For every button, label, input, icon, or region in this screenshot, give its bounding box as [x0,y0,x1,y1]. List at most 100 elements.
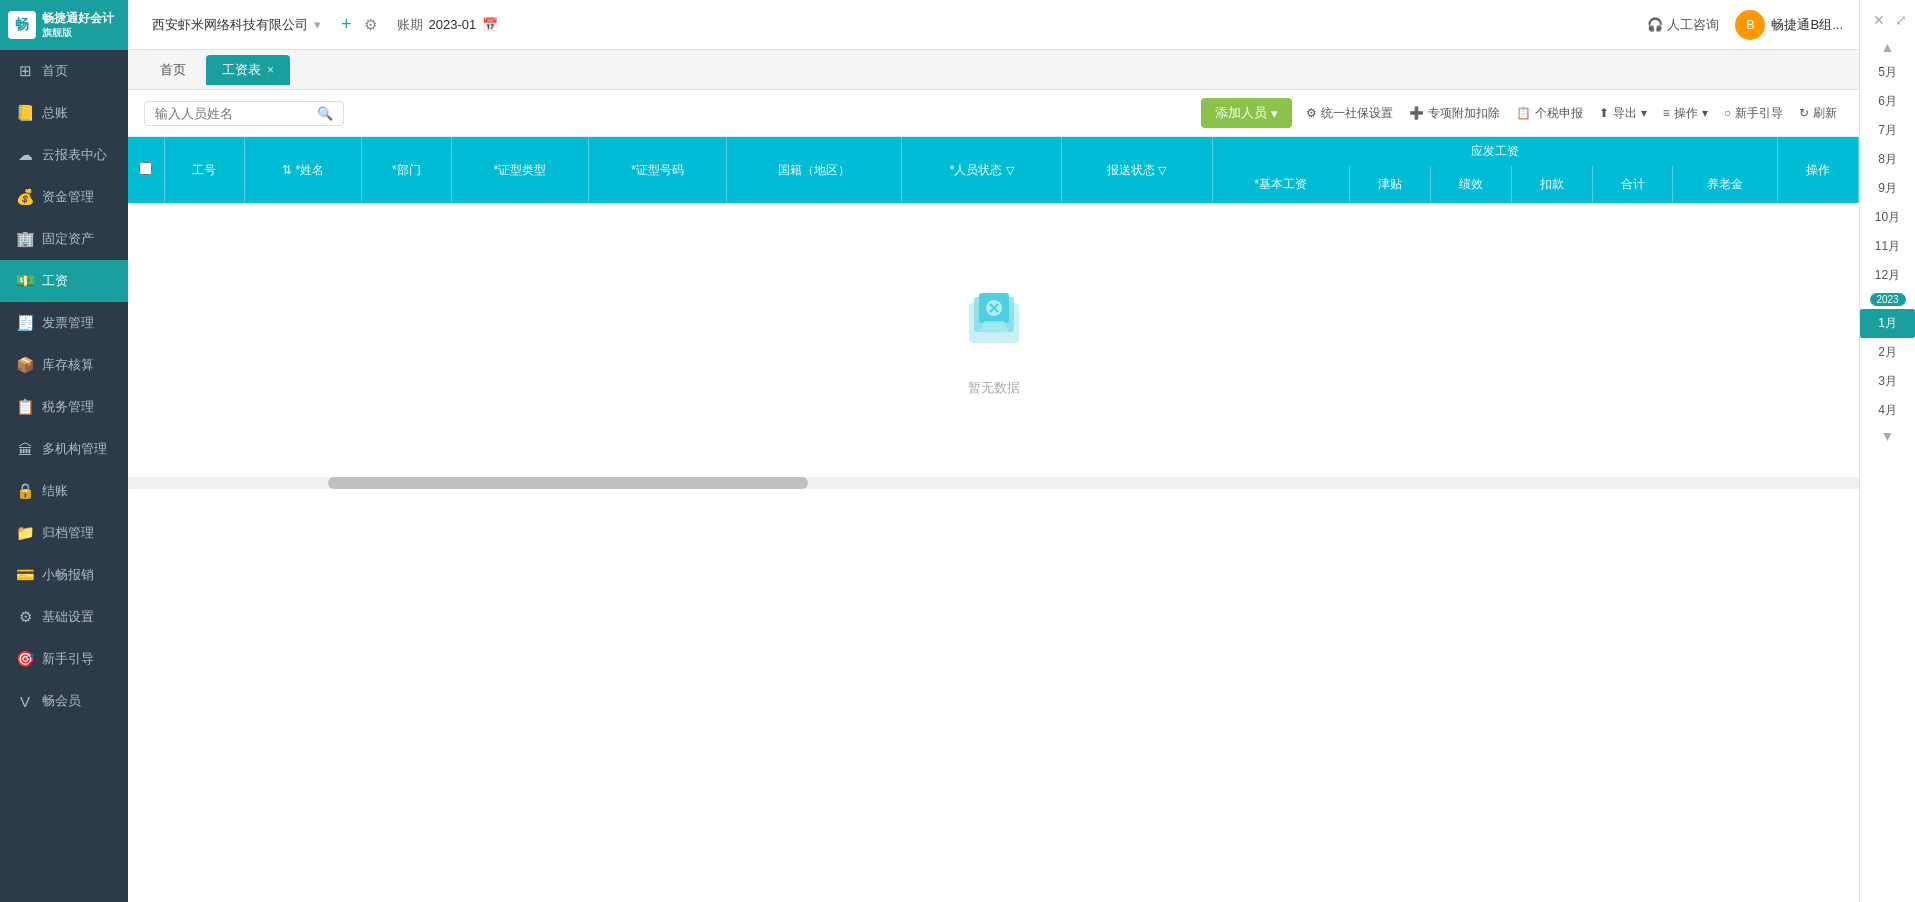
select-all-checkbox[interactable] [139,162,152,175]
sidebar-item-capital[interactable]: 💰 资金管理 [0,176,128,218]
toolbar-action-deductions[interactable]: ➕专项附加扣除 [1403,101,1506,126]
search-icon: 🔍 [317,106,333,121]
sidebar-label-closing: 结账 [42,482,68,500]
tab-home[interactable]: 首页 [144,55,202,85]
period-value: 2023-01 [429,17,477,32]
add-person-btn[interactable]: 添加人员 ▾ [1201,98,1292,128]
month-item-2023-4月[interactable]: 4月 [1860,396,1915,425]
sidebar-item-assets[interactable]: 🏢 固定资产 [0,218,128,260]
month-item-2023-1月[interactable]: 1月 [1860,309,1915,338]
company-dropdown-icon[interactable]: ▾ [314,17,321,32]
th-dept: *部门 [361,137,451,203]
guide-label: 新手引导 [1735,105,1783,122]
user-name: 畅捷通B组... [1771,16,1843,34]
month-item-2022-5月[interactable]: 5月 [1860,58,1915,87]
th-payroll-group: 应发工资 [1212,137,1777,166]
search-input[interactable] [155,106,311,121]
company-selector[interactable]: 西安虾米网络科技有限公司 ▾ [144,12,329,38]
month-item-2022-6月[interactable]: 6月 [1860,87,1915,116]
empty-text: 暂无数据 [968,379,1020,397]
topbar-actions: 🎧 人工咨询 B 畅捷通B组... [1647,10,1843,40]
sidebar-label-member: 畅会员 [42,692,81,710]
search-wrap: 🔍 [144,101,344,126]
social-security-icon: ⚙ [1306,106,1317,120]
refresh-icon: ↻ [1799,106,1809,120]
main-content: 西安虾米网络科技有限公司 ▾ + ⚙ 账期 2023-01 📅 🎧 人工咨询 B… [128,0,1859,902]
sidebar-item-archive[interactable]: 📁 归档管理 [0,512,128,554]
sidebar-item-closing[interactable]: 🔒 结账 [0,470,128,512]
th-id-num: *证型号码 [589,137,726,203]
toolbar: 🔍 添加人员 ▾ ⚙统一社保设置➕专项附加扣除📋个税申报⬆导出▾≡操作▾○新手引… [128,90,1859,137]
month-item-2022-10月[interactable]: 10月 [1860,203,1915,232]
deductions-icon: ➕ [1409,106,1424,120]
toolbar-action-refresh[interactable]: ↻ 刷新 [1793,101,1843,126]
add-company-btn[interactable]: + [341,14,352,35]
assets-icon: 🏢 [16,230,34,248]
month-item-2022-9月[interactable]: 9月 [1860,174,1915,203]
sidebar-item-settings[interactable]: ⚙ 基础设置 [0,596,128,638]
guide-icon: 🎯 [16,650,34,668]
toolbar-action-guide[interactable]: ○新手引导 [1718,101,1789,126]
topbar: 西安虾米网络科技有限公司 ▾ + ⚙ 账期 2023-01 📅 🎧 人工咨询 B… [128,0,1859,50]
sidebar-label-cloud-report: 云报表中心 [42,146,107,164]
export-icon: ⬆ [1599,106,1609,120]
th-action: 操作 [1778,137,1859,203]
sidebar-nav: ⊞ 首页 📒 总账 ☁ 云报表中心 💰 资金管理 🏢 固定资产 💵 工资 🧾 发… [0,50,128,902]
period-info: 账期 2023-01 📅 [397,16,499,34]
sidebar-label-assets: 固定资产 [42,230,94,248]
th-deduction: 扣款 [1511,166,1592,203]
sidebar-item-tax[interactable]: 📋 税务管理 [0,386,128,428]
tab-salary-table[interactable]: 工资表× [206,55,290,85]
sidebar-item-multi-org[interactable]: 🏛 多机构管理 [0,428,128,470]
month-item-2022-12月[interactable]: 12月 [1860,261,1915,290]
sidebar-item-invoice[interactable]: 🧾 发票管理 [0,302,128,344]
export-label: 导出 [1613,105,1637,122]
sidebar-item-cloud-report[interactable]: ☁ 云报表中心 [0,134,128,176]
toolbar-actions: ⚙统一社保设置➕专项附加扣除📋个税申报⬆导出▾≡操作▾○新手引导↻刷新 [1300,101,1843,126]
sidebar-item-home[interactable]: ⊞ 首页 [0,50,128,92]
tab-close-salary-table[interactable]: × [267,63,274,77]
scrollbar-thumb[interactable] [328,477,808,489]
member-icon: V [16,693,34,710]
sidebar-label-invoice: 发票管理 [42,314,94,332]
month-item-2023-2月[interactable]: 2月 [1860,338,1915,367]
th-checkbox [128,137,164,203]
month-scroll-down[interactable]: ▼ [1860,425,1915,447]
th-subsidy: 津贴 [1350,166,1431,203]
ledger-icon: 📒 [16,104,34,122]
user-area: B 畅捷通B组... [1735,10,1843,40]
status-filter-icon[interactable]: ▽ [1006,164,1014,176]
toolbar-action-operations[interactable]: ≡操作▾ [1657,101,1714,126]
month-item-2022-8月[interactable]: 8月 [1860,145,1915,174]
support-btn[interactable]: 🎧 人工咨询 [1647,16,1719,34]
month-item-2022-7月[interactable]: 7月 [1860,116,1915,145]
sidebar-item-salary[interactable]: 💵 工资 [0,260,128,302]
month-scroll-up[interactable]: ▲ [1860,36,1915,58]
month-list: 5月6月7月8月9月10月11月12月20231月2月3月4月 [1860,58,1915,425]
refresh-label: 刷新 [1813,105,1837,122]
th-name[interactable]: ⇅ *姓名 [245,137,361,203]
month-item-2023-3月[interactable]: 3月 [1860,367,1915,396]
calendar-icon[interactable]: 📅 [482,17,498,32]
sidebar-item-ledger[interactable]: 📒 总账 [0,92,128,134]
sidebar-item-member[interactable]: V 畅会员 [0,680,128,722]
panel-maximize-btn[interactable]: ⤢ [1891,8,1911,32]
month-item-2022-11月[interactable]: 11月 [1860,232,1915,261]
social-security-label: 统一社保设置 [1321,105,1393,122]
sidebar-item-inventory[interactable]: 📦 库存核算 [0,344,128,386]
th-performance: 绩效 [1430,166,1511,203]
toolbar-action-export[interactable]: ⬆导出▾ [1593,101,1653,126]
panel-close-btn[interactable]: ✕ [1869,8,1889,32]
sidebar-label-multi-org: 多机构管理 [42,440,107,458]
operations-label: 操作 [1674,105,1698,122]
toolbar-action-social-security[interactable]: ⚙ 统一社保设置 [1300,101,1399,126]
sidebar-label-tax: 税务管理 [42,398,94,416]
side-panel: ✕ ⤢ ▲ 5月6月7月8月9月10月11月12月20231月2月3月4月 ▼ [1859,0,1915,902]
sidebar-item-guide[interactable]: 🎯 新手引导 [0,638,128,680]
settings-icon[interactable]: ⚙ [364,16,377,34]
scrollbar-track [128,477,1859,489]
toolbar-action-tax-report[interactable]: 📋个税申报 [1510,101,1589,126]
empty-icon [954,283,1034,363]
sidebar-item-expense[interactable]: 💳 小畅报销 [0,554,128,596]
report-filter-icon[interactable]: ▽ [1158,164,1166,176]
